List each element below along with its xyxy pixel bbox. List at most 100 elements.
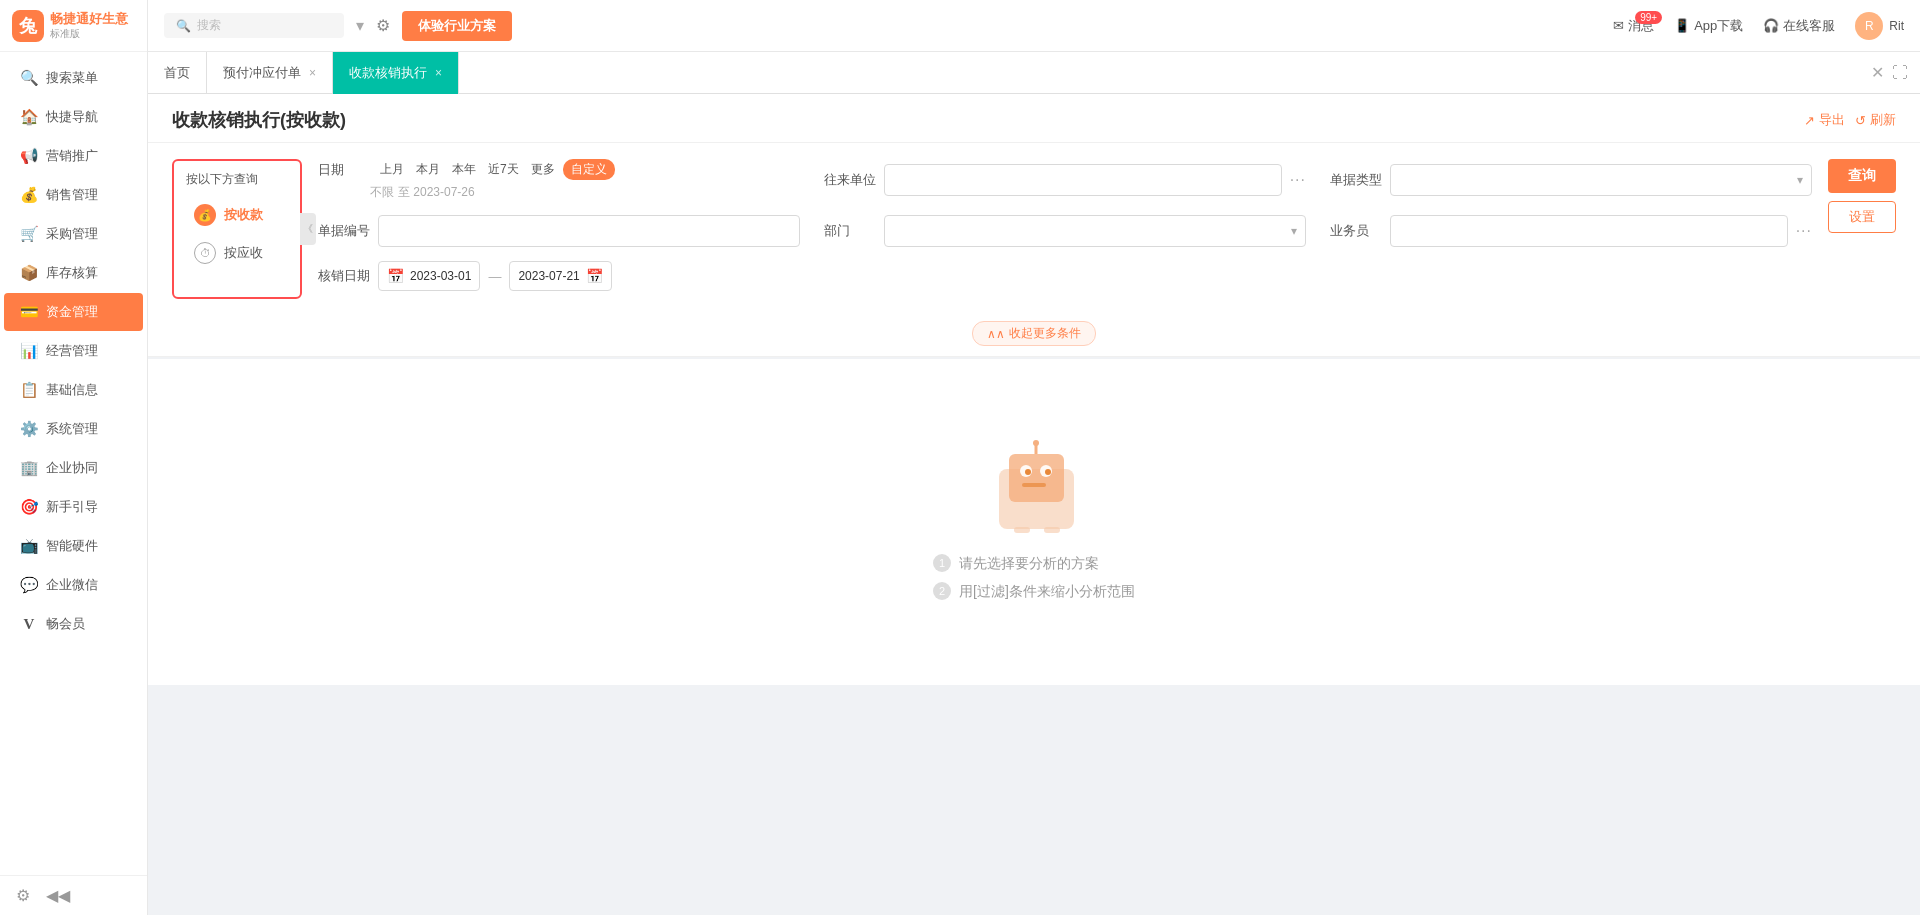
empty-state: 1 请先选择要分析的方案 2 用[过滤]条件来缩小分析范围 xyxy=(148,359,1920,685)
filter-doc-type-row: 单据类型 ▾ xyxy=(1330,159,1812,201)
tab-home[interactable]: 首页 xyxy=(148,52,207,94)
sidebar-item-newbie[interactable]: 🎯 新手引导 xyxy=(4,488,143,526)
maximize-tab-icon[interactable]: ⛶ xyxy=(1892,64,1908,82)
sidebar-item-system[interactable]: ⚙️ 系统管理 xyxy=(4,410,143,448)
settings-button[interactable]: 设置 xyxy=(1828,201,1896,233)
sidebar-item-purchase[interactable]: 🛒 采购管理 xyxy=(4,215,143,253)
date-btn-this-year[interactable]: 本年 xyxy=(448,159,480,180)
top-search-bar[interactable]: 🔍 搜索 xyxy=(164,13,344,38)
doc-number-input[interactable] xyxy=(378,215,800,247)
date-btn-more[interactable]: 更多 xyxy=(527,159,559,180)
date-no-limit-row: 不限 至 2023-07-26 xyxy=(370,184,800,201)
query-by-receivable[interactable]: ⏱ 按应收 xyxy=(186,236,288,270)
sidebar-item-label: 基础信息 xyxy=(46,381,98,399)
online-service-link[interactable]: 🎧 在线客服 xyxy=(1763,17,1835,35)
wechat-icon: 💬 xyxy=(20,576,38,594)
doc-type-select[interactable]: ▾ xyxy=(1390,164,1812,196)
counterparty-more-icon[interactable]: ··· xyxy=(1290,171,1306,189)
date-quick-btns: 上月 本月 本年 近7天 更多 自定义 xyxy=(376,159,615,180)
filter-row-2: 单据编号 部门 ▾ 业务员 · xyxy=(318,215,1812,247)
verify-date-start-input[interactable]: 📅 2023-03-01 xyxy=(378,261,480,291)
collapse-sidebar-icon[interactable]: ◀◀ xyxy=(46,886,70,905)
date-btn-this-month[interactable]: 本月 xyxy=(412,159,444,180)
sidebar-item-label: 搜索菜单 xyxy=(46,69,98,87)
tab-prepay[interactable]: 预付冲应付单 × xyxy=(207,52,333,94)
settings-footer-icon[interactable]: ⚙ xyxy=(16,886,30,905)
chevron-down-icon: ▾ xyxy=(1797,173,1803,187)
sidebar-item-smart-hw[interactable]: 📺 智能硬件 xyxy=(4,527,143,565)
sidebar-menu: 🔍 搜索菜单 🏠 快捷导航 📢 营销推广 💰 销售管理 🛒 采购管理 📦 库存核… xyxy=(0,52,147,875)
refresh-button[interactable]: ↺ 刷新 xyxy=(1855,111,1896,129)
filter-panel: 按以下方查询 💰 按收款 ⏱ 按应收 《 日期 xyxy=(148,143,1920,315)
svg-point-8 xyxy=(1033,440,1039,446)
user-info[interactable]: R Rit xyxy=(1855,12,1904,40)
tab-bar: 首页 预付冲应付单 × 收款核销执行 × ✕ ⛶ xyxy=(148,52,1920,94)
message-icon: ✉ xyxy=(1613,18,1624,33)
counterparty-label: 往来单位 xyxy=(824,171,876,189)
sidebar-item-basic-info[interactable]: 📋 基础信息 xyxy=(4,371,143,409)
sidebar-item-search-menu[interactable]: 🔍 搜索菜单 xyxy=(4,59,143,97)
dropdown-arrow-icon: ▾ xyxy=(356,16,364,35)
date-btn-custom[interactable]: 自定义 xyxy=(563,159,615,180)
filter-actions: 查询 设置 xyxy=(1828,159,1896,299)
message-count-badge: 99+ xyxy=(1635,11,1662,24)
industry-solution-button[interactable]: 体验行业方案 xyxy=(402,11,512,41)
tab-close-collection[interactable]: × xyxy=(435,66,442,80)
sidebar-item-inventory[interactable]: 📦 库存核算 xyxy=(4,254,143,292)
collapse-more-button[interactable]: ∧∧ 收起更多条件 xyxy=(972,321,1096,346)
date-btn-last-month[interactable]: 上月 xyxy=(376,159,408,180)
sidebar-item-quick-nav[interactable]: 🏠 快捷导航 xyxy=(4,98,143,136)
query-type-label: 按以下方查询 xyxy=(186,171,288,188)
smart-hw-icon: 📺 xyxy=(20,537,38,555)
sidebar-item-label: 系统管理 xyxy=(46,420,98,438)
empty-svg xyxy=(984,439,1094,534)
sales-icon: 💰 xyxy=(20,186,38,204)
empty-illustration xyxy=(984,439,1084,529)
sidebar-item-capital[interactable]: 💳 资金管理 xyxy=(4,293,143,331)
query-type-collapse-btn[interactable]: 《 xyxy=(300,213,316,245)
query-button[interactable]: 查询 xyxy=(1828,159,1896,193)
marketing-icon: 📢 xyxy=(20,147,38,165)
tab-close-prepay[interactable]: × xyxy=(309,66,316,80)
salesperson-input[interactable] xyxy=(1390,215,1788,247)
salesperson-more-icon[interactable]: ··· xyxy=(1796,222,1812,240)
query-by-collection[interactable]: 💰 按收款 xyxy=(186,198,288,232)
export-button[interactable]: ↗ 导出 xyxy=(1804,111,1845,129)
tab-bar-actions: ✕ ⛶ xyxy=(1871,63,1920,82)
salesperson-label: 业务员 xyxy=(1330,222,1382,240)
operation-icon: 📊 xyxy=(20,342,38,360)
mobile-icon: 📱 xyxy=(1674,18,1690,33)
doc-number-label: 单据编号 xyxy=(318,222,370,240)
query-type-box: 按以下方查询 💰 按收款 ⏱ 按应收 《 xyxy=(172,159,302,299)
sidebar-item-sales[interactable]: 💰 销售管理 xyxy=(4,176,143,214)
system-icon: ⚙️ xyxy=(20,420,38,438)
sidebar-item-operation[interactable]: 📊 经营管理 xyxy=(4,332,143,370)
verify-date-end-input[interactable]: 2023-07-21 📅 xyxy=(509,261,611,291)
sidebar-item-label: 资金管理 xyxy=(46,303,98,321)
capital-icon: 💳 xyxy=(20,303,38,321)
sidebar-item-enterprise[interactable]: 🏢 企业协同 xyxy=(4,449,143,487)
sidebar-item-marketing[interactable]: 📢 营销推广 xyxy=(4,137,143,175)
refresh-icon: ↺ xyxy=(1855,113,1866,128)
close-tab-icon[interactable]: ✕ xyxy=(1871,63,1884,82)
date-btn-last-7-days[interactable]: 近7天 xyxy=(484,159,523,180)
filter-salesperson-row: 业务员 ··· xyxy=(1330,215,1812,247)
sidebar-item-vip[interactable]: V 畅会员 xyxy=(4,605,143,643)
counterparty-input[interactable] xyxy=(884,164,1282,196)
user-name-label: Rit xyxy=(1889,19,1904,33)
date-no-limit: 不限 xyxy=(370,184,394,201)
dept-chevron-down-icon: ▾ xyxy=(1291,224,1297,238)
tab-collection[interactable]: 收款核销执行 × xyxy=(333,52,459,94)
sidebar-item-wechat[interactable]: 💬 企业微信 xyxy=(4,566,143,604)
sidebar-footer: ⚙ ◀◀ xyxy=(0,875,147,915)
filter-date-group: 日期 上月 本月 本年 近7天 更多 自定义 不限 xyxy=(318,159,800,201)
app-download-link[interactable]: 📱 App下载 xyxy=(1674,17,1743,35)
message-badge[interactable]: ✉ 消息 99+ xyxy=(1613,17,1654,35)
top-bar: 🔍 搜索 ▾ ⚙ 体验行业方案 ✉ 消息 99+ 📱 App下载 🎧 在线客服 … xyxy=(148,0,1920,52)
filter-row-1: 日期 上月 本月 本年 近7天 更多 自定义 不限 xyxy=(318,159,1812,201)
filter-doc-number-row: 单据编号 xyxy=(318,215,800,247)
by-collection-icon: 💰 xyxy=(194,204,216,226)
search-icon: 🔍 xyxy=(176,19,191,33)
department-select[interactable]: ▾ xyxy=(884,215,1306,247)
settings-top-icon[interactable]: ⚙ xyxy=(376,16,390,35)
